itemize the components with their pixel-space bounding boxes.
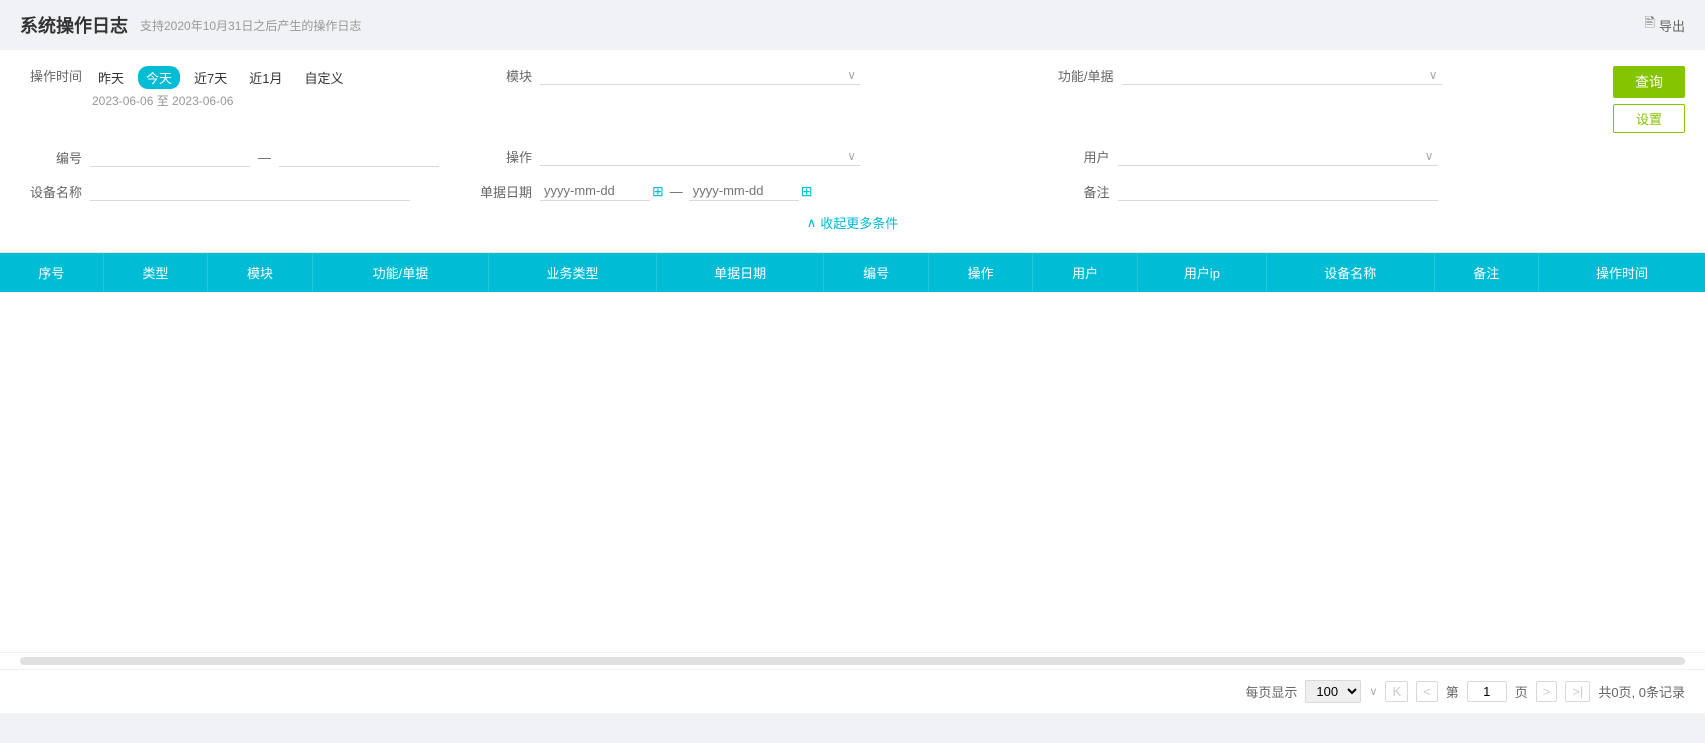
device-input[interactable] [90,181,410,201]
page-suffix: 页 [1515,682,1528,701]
horizontal-scrollbar[interactable] [20,657,1685,665]
per-page-label: 每页显示 [1245,682,1297,701]
time-buttons: 昨天 今天 近7天 近1月 自定义 [90,66,352,89]
filter-row-1: 操作时间 昨天 今天 近7天 近1月 自定义 2023-06-06 至 2023… [20,66,1685,133]
page-subtitle: 支持2020年10月31日之后产生的操作日志 [140,17,361,34]
page-prev-button[interactable]: < [1416,681,1438,702]
export-icon: 🖹 [1645,14,1655,36]
settings-button[interactable]: 设置 [1613,104,1685,133]
filter-panel: 操作时间 昨天 今天 近7天 近1月 自定义 2023-06-06 至 2023… [0,50,1705,253]
function-label: 功能/单据 [1032,66,1122,85]
col-doc-date: 单据日期 [656,253,824,292]
module-chevron-icon: ∨ [847,68,856,82]
col-seqno: 序号 [0,253,103,292]
time-filter-group: 昨天 今天 近7天 近1月 自定义 2023-06-06 至 2023-06-0… [90,66,352,109]
col-user-ip: 用户ip [1137,253,1266,292]
time-btn-1month[interactable]: 近1月 [241,66,290,89]
page-input[interactable]: 1 [1467,681,1507,702]
time-range: 2023-06-06 至 2023-06-06 [90,92,352,109]
date-end-calendar-icon[interactable]: ⊞ [801,183,813,200]
function-chevron-icon: ∨ [1429,68,1438,82]
date-start-calendar-icon[interactable]: ⊞ [652,183,664,200]
code-dash: — [258,150,271,165]
note-label: 备注 [1028,182,1118,201]
pagination-bar: 每页显示 100 10 20 50 ∨ K < 第 1 页 > >| 共0页, … [0,669,1705,713]
col-function: 功能/单据 [312,253,488,292]
page-next-button[interactable]: > [1536,681,1558,702]
module-select[interactable]: ∨ [540,66,860,85]
code-input-end[interactable] [279,147,439,167]
collapse-up-icon: ∧ [807,215,817,231]
col-operation: 操作 [928,253,1032,292]
export-label: 导出 [1659,16,1685,35]
note-input[interactable] [1118,181,1438,201]
page-title: 系统操作日志 [20,12,128,38]
col-code: 编号 [824,253,928,292]
collapse-button[interactable]: ∧ 收起更多条件 [807,213,899,232]
device-label: 设备名称 [20,182,90,201]
date-dash: — [670,184,683,199]
user-label: 用户 [1028,147,1118,166]
export-button[interactable]: 🖹 导出 [1645,14,1685,36]
page-header: 系统操作日志 支持2020年10月31日之后产生的操作日志 🖹 导出 [0,0,1705,50]
filter-row-2: 编号 — 操作 ∨ 用户 ∨ [20,147,1685,167]
user-select[interactable]: ∨ [1118,147,1438,166]
time-btn-today[interactable]: 今天 [138,66,180,89]
per-page-select[interactable]: 100 10 20 50 [1305,680,1361,703]
col-biz-type: 业务类型 [489,253,657,292]
operation-select[interactable]: ∨ [540,147,860,166]
scrollbar-row [0,652,1705,669]
date-end-input[interactable] [689,181,799,201]
user-chevron-icon: ∨ [1425,149,1434,163]
code-input-start[interactable] [90,147,250,167]
function-select[interactable]: ∨ [1122,66,1442,85]
operation-label: 操作 [470,147,540,166]
col-op-time: 操作时间 [1539,253,1705,292]
pagination-total: 共0页, 0条记录 [1598,682,1685,701]
date-label: 单据日期 [470,182,540,201]
time-label: 操作时间 [20,66,90,85]
query-button[interactable]: 查询 [1613,66,1685,98]
date-start-input[interactable] [540,181,650,201]
data-table: 序号 类型 模块 功能/单据 业务类型 单据日期 编号 操作 用户 用户ip 设… [0,253,1705,292]
table-header: 序号 类型 模块 功能/单据 业务类型 单据日期 编号 操作 用户 用户ip 设… [0,253,1705,292]
page-first-button[interactable]: K [1385,681,1408,702]
page-last-button[interactable]: >| [1565,681,1590,702]
page-label: 第 [1446,682,1459,701]
collapse-label: 收起更多条件 [820,213,898,232]
col-module: 模块 [208,253,312,292]
time-btn-custom[interactable]: 自定义 [297,66,352,89]
table-header-row: 序号 类型 模块 功能/单据 业务类型 单据日期 编号 操作 用户 用户ip 设… [0,253,1705,292]
table-container: 序号 类型 模块 功能/单据 业务类型 单据日期 编号 操作 用户 用户ip 设… [0,253,1705,652]
action-buttons: 查询 设置 [1613,66,1685,133]
col-type: 类型 [103,253,207,292]
time-btn-7days[interactable]: 近7天 [186,66,235,89]
operation-chevron-icon: ∨ [847,149,856,163]
code-label: 编号 [20,148,90,167]
collapse-row: ∧ 收起更多条件 [20,207,1685,236]
col-note: 备注 [1434,253,1538,292]
per-page-chevron-icon: ∨ [1369,685,1377,698]
module-label: 模块 [470,66,540,85]
col-device: 设备名称 [1266,253,1434,292]
filter-row-3: 设备名称 单据日期 ⊞ — ⊞ 备注 [20,181,1685,201]
col-user: 用户 [1033,253,1137,292]
empty-area [0,292,1705,652]
time-btn-yesterday[interactable]: 昨天 [90,66,132,89]
